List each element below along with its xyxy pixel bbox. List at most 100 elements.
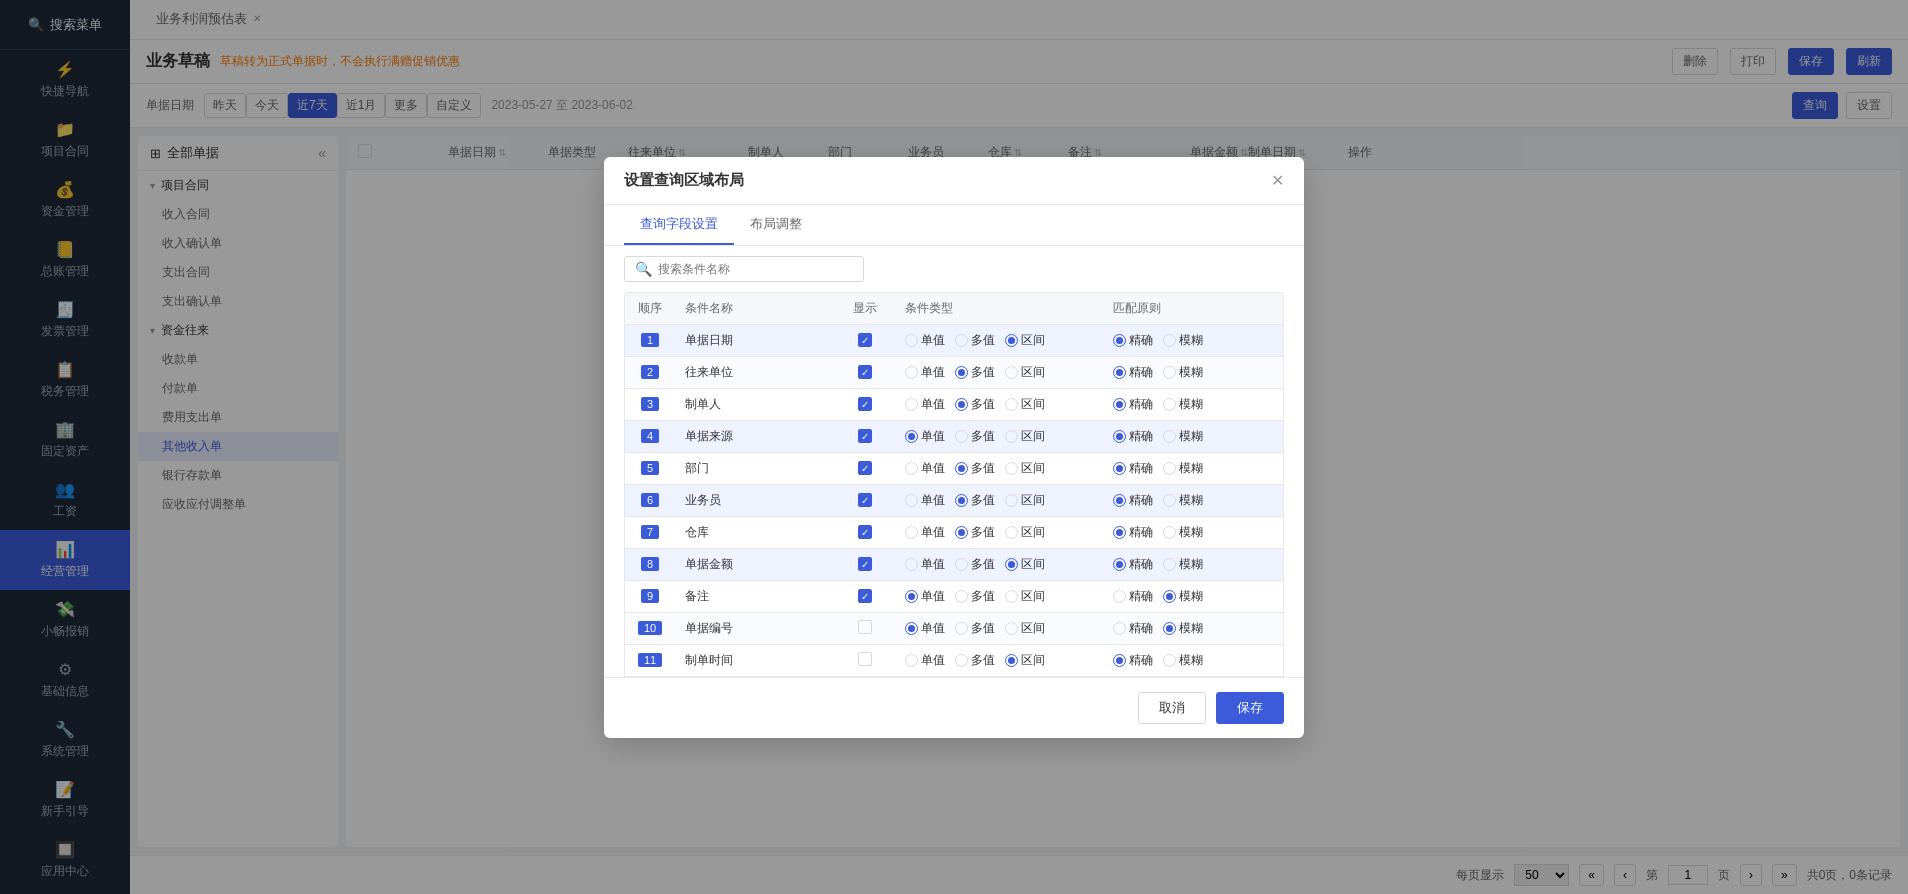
match-fuzzy-option[interactable]: 模糊	[1163, 428, 1203, 445]
exact-label: 精确	[1129, 396, 1153, 413]
match-exact-option[interactable]: 精确	[1113, 428, 1153, 445]
match-fuzzy-option[interactable]: 模糊	[1163, 556, 1203, 573]
row-show[interactable]: ✓	[835, 454, 895, 483]
type-range-option[interactable]: 区间	[1005, 652, 1045, 669]
dth-show: 显示	[835, 293, 895, 324]
match-exact-option[interactable]: 精确	[1113, 652, 1153, 669]
type-multi-option[interactable]: 多值	[955, 588, 995, 605]
row-show[interactable]	[835, 645, 895, 676]
match-fuzzy-option[interactable]: 模糊	[1163, 492, 1203, 509]
show-checkbox[interactable]	[858, 652, 872, 666]
type-range-option[interactable]: 区间	[1005, 524, 1045, 541]
type-range-option[interactable]: 区间	[1005, 396, 1045, 413]
radio-exact	[1113, 558, 1126, 571]
row-show[interactable]: ✓	[835, 518, 895, 547]
match-fuzzy-option[interactable]: 模糊	[1163, 396, 1203, 413]
row-show[interactable]: ✓	[835, 358, 895, 387]
type-single-option[interactable]: 单值	[905, 620, 945, 637]
type-multi-option[interactable]: 多值	[955, 524, 995, 541]
match-fuzzy-option[interactable]: 模糊	[1163, 620, 1203, 637]
dialog-close-button[interactable]: ✕	[1271, 171, 1284, 190]
type-range-option[interactable]: 区间	[1005, 588, 1045, 605]
type-multi-option[interactable]: 多值	[955, 396, 995, 413]
type-single-option[interactable]: 单值	[905, 652, 945, 669]
order-badge: 11	[638, 653, 662, 667]
tab-layout-adjust[interactable]: 布局调整	[734, 205, 818, 245]
single-label: 单值	[921, 556, 945, 573]
show-checkbox[interactable]: ✓	[858, 589, 872, 603]
type-multi-option[interactable]: 多值	[955, 556, 995, 573]
type-range-option[interactable]: 区间	[1005, 428, 1045, 445]
type-multi-option[interactable]: 多值	[955, 652, 995, 669]
type-multi-option[interactable]: 多值	[955, 364, 995, 381]
match-exact-option[interactable]: 精确	[1113, 396, 1153, 413]
tab-field-settings[interactable]: 查询字段设置	[624, 205, 734, 245]
type-single-option[interactable]: 单值	[905, 460, 945, 477]
radio-single	[905, 654, 918, 667]
match-exact-option[interactable]: 精确	[1113, 460, 1153, 477]
row-show[interactable]	[835, 613, 895, 644]
match-fuzzy-option[interactable]: 模糊	[1163, 588, 1203, 605]
match-exact-option[interactable]: 精确	[1113, 364, 1153, 381]
radio-range	[1005, 526, 1018, 539]
fuzzy-label: 模糊	[1179, 556, 1203, 573]
row-show[interactable]: ✓	[835, 326, 895, 355]
show-checkbox[interactable]: ✓	[858, 333, 872, 347]
show-checkbox[interactable]: ✓	[858, 397, 872, 411]
multi-label: 多值	[971, 428, 995, 445]
match-fuzzy-option[interactable]: 模糊	[1163, 652, 1203, 669]
match-exact-option[interactable]: 精确	[1113, 556, 1153, 573]
type-single-option[interactable]: 单值	[905, 556, 945, 573]
show-checkbox[interactable]	[858, 620, 872, 634]
radio-fuzzy	[1163, 398, 1176, 411]
row-show[interactable]: ✓	[835, 486, 895, 515]
type-range-option[interactable]: 区间	[1005, 492, 1045, 509]
match-fuzzy-option[interactable]: 模糊	[1163, 524, 1203, 541]
show-checkbox[interactable]: ✓	[858, 429, 872, 443]
type-range-option[interactable]: 区间	[1005, 460, 1045, 477]
type-range-option[interactable]: 区间	[1005, 332, 1045, 349]
match-exact-option[interactable]: 精确	[1113, 524, 1153, 541]
type-single-option[interactable]: 单值	[905, 428, 945, 445]
radio-range	[1005, 430, 1018, 443]
dialog-search-input[interactable]	[658, 262, 853, 276]
type-range-option[interactable]: 区间	[1005, 620, 1045, 637]
row-show[interactable]: ✓	[835, 550, 895, 579]
dth-name: 条件名称	[675, 293, 835, 324]
show-checkbox[interactable]: ✓	[858, 461, 872, 475]
type-multi-option[interactable]: 多值	[955, 492, 995, 509]
row-show[interactable]: ✓	[835, 422, 895, 451]
match-exact-option[interactable]: 精确	[1113, 588, 1153, 605]
row-show[interactable]: ✓	[835, 582, 895, 611]
type-single-option[interactable]: 单值	[905, 492, 945, 509]
type-single-option[interactable]: 单值	[905, 332, 945, 349]
show-checkbox[interactable]: ✓	[858, 365, 872, 379]
match-exact-option[interactable]: 精确	[1113, 332, 1153, 349]
match-fuzzy-option[interactable]: 模糊	[1163, 460, 1203, 477]
dialog-save-button[interactable]: 保存	[1216, 692, 1284, 724]
match-exact-option[interactable]: 精确	[1113, 620, 1153, 637]
type-single-option[interactable]: 单值	[905, 588, 945, 605]
type-multi-option[interactable]: 多值	[955, 460, 995, 477]
type-range-option[interactable]: 区间	[1005, 556, 1045, 573]
show-checkbox[interactable]: ✓	[858, 525, 872, 539]
type-multi-option[interactable]: 多值	[955, 428, 995, 445]
radio-exact	[1113, 462, 1126, 475]
type-multi-option[interactable]: 多值	[955, 332, 995, 349]
show-checkbox[interactable]: ✓	[858, 493, 872, 507]
row-name: 部门	[675, 453, 835, 484]
type-single-option[interactable]: 单值	[905, 396, 945, 413]
type-multi-option[interactable]: 多值	[955, 620, 995, 637]
type-single-option[interactable]: 单值	[905, 364, 945, 381]
show-checkbox[interactable]: ✓	[858, 557, 872, 571]
match-fuzzy-option[interactable]: 模糊	[1163, 332, 1203, 349]
row-match: 精确 模糊	[1103, 549, 1283, 580]
row-show[interactable]: ✓	[835, 390, 895, 419]
match-exact-option[interactable]: 精确	[1113, 492, 1153, 509]
cancel-button[interactable]: 取消	[1138, 692, 1206, 724]
row-match: 精确 模糊	[1103, 389, 1283, 420]
multi-label: 多值	[971, 524, 995, 541]
type-range-option[interactable]: 区间	[1005, 364, 1045, 381]
match-fuzzy-option[interactable]: 模糊	[1163, 364, 1203, 381]
type-single-option[interactable]: 单值	[905, 524, 945, 541]
